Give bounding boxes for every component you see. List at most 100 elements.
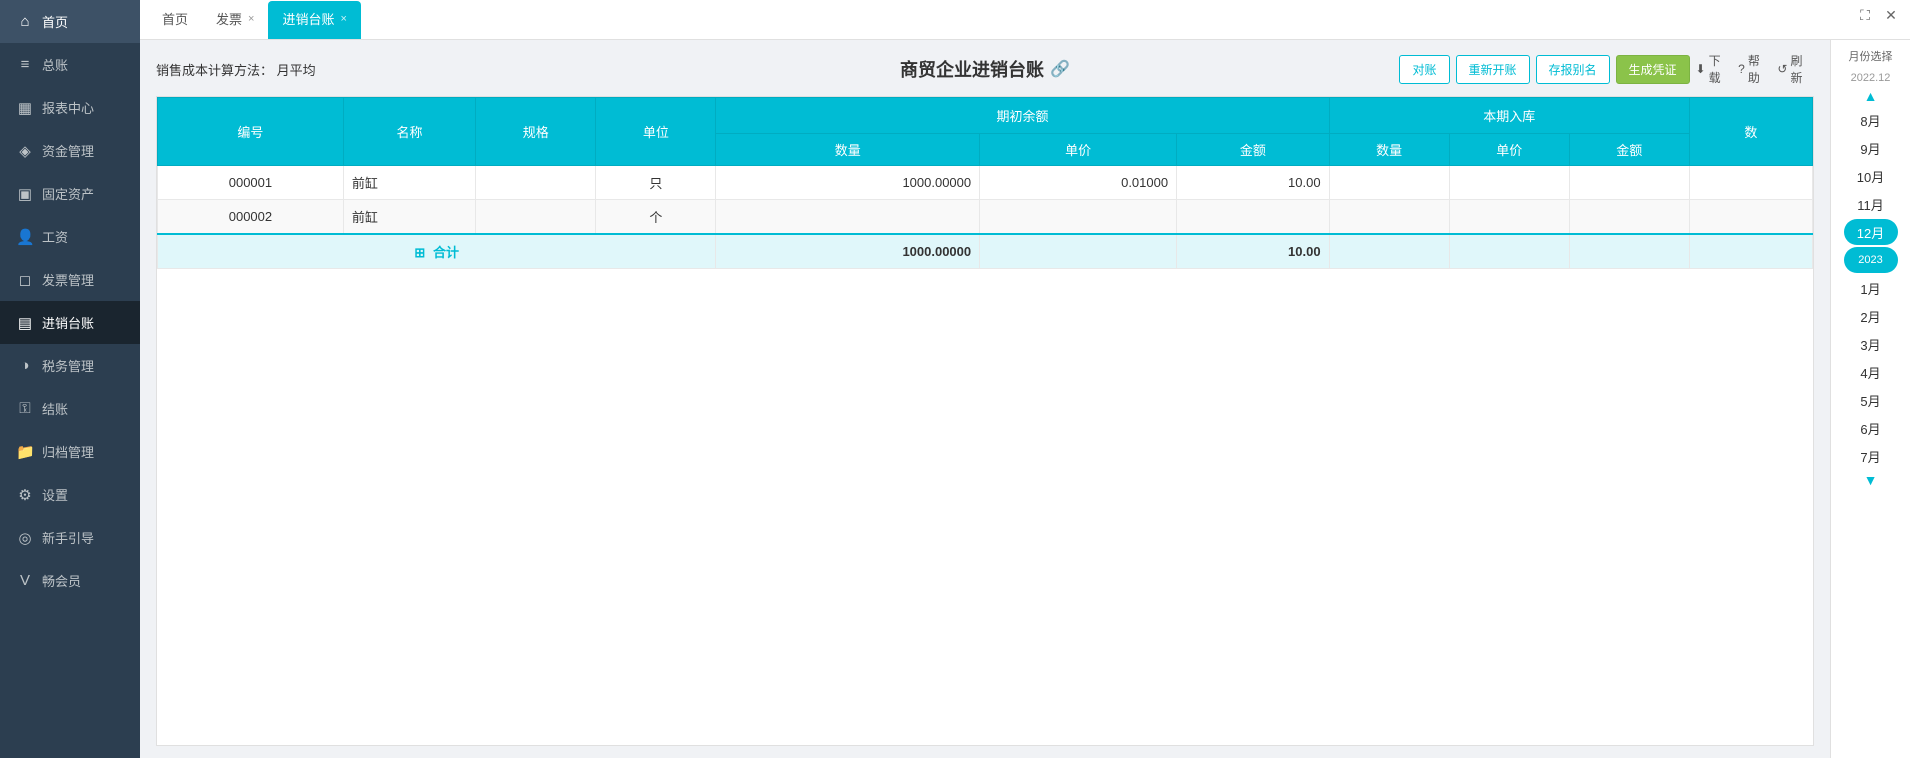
year-2023-text: 2023 bbox=[1858, 254, 1882, 266]
download-label: 下载 bbox=[1709, 52, 1733, 86]
month-item-2023-6[interactable]: 6月 bbox=[1844, 415, 1898, 441]
tab-home-label: 首页 bbox=[162, 9, 188, 28]
month-item-2023-2[interactable]: 2月 bbox=[1844, 303, 1898, 329]
page-title: 商贸企业进销台账 🔗 bbox=[571, 56, 1400, 82]
sidebar-item-label: 首页 bbox=[42, 12, 68, 31]
col-header-inbound-qty: 数量 bbox=[1329, 134, 1449, 166]
page-title-icon[interactable]: 🔗 bbox=[1050, 59, 1070, 79]
month-item-9[interactable]: 9月 bbox=[1844, 135, 1898, 161]
col-header-opening-price: 单价 bbox=[980, 134, 1177, 166]
home-icon: ⌂ bbox=[16, 13, 34, 30]
month-item-10[interactable]: 10月 bbox=[1844, 163, 1898, 189]
total-inbound-amount bbox=[1569, 234, 1689, 269]
col-header-spec: 规格 bbox=[476, 98, 596, 166]
sidebar-item-label: 固定资产 bbox=[42, 184, 94, 203]
table-total-row: ⊞ 合计 1000.00000 10.00 bbox=[158, 234, 1813, 269]
maximize-button[interactable]: ⛶ bbox=[1856, 6, 1874, 24]
cell-spec bbox=[476, 200, 596, 235]
sidebar-item-assets[interactable]: ▣ 固定资产 bbox=[0, 172, 140, 215]
month-item-2023-1[interactable]: 1月 bbox=[1844, 275, 1898, 301]
month-item-12[interactable]: 12月 bbox=[1844, 219, 1898, 245]
sidebar-item-home[interactable]: ⌂ 首页 bbox=[0, 0, 140, 43]
col-header-inbound-price: 单价 bbox=[1449, 134, 1569, 166]
tab-invoice-close[interactable]: × bbox=[248, 13, 254, 25]
total-icon: ⊞ bbox=[414, 245, 425, 260]
tab-inventory[interactable]: 进销台账 × bbox=[268, 1, 360, 39]
col-header-opening-amount: 金额 bbox=[1177, 134, 1329, 166]
scroll-down-button[interactable]: ▼ bbox=[1844, 470, 1898, 490]
table-row[interactable]: 000002 前缸 个 bbox=[158, 200, 1813, 235]
sidebar-item-member[interactable]: V 畅会员 bbox=[0, 559, 140, 602]
month-item-2023-4[interactable]: 4月 bbox=[1844, 359, 1898, 385]
inventory-icon: ▤ bbox=[16, 314, 34, 332]
window-controls: ⛶ ✕ bbox=[1856, 6, 1900, 24]
help-label: 帮助 bbox=[1748, 52, 1772, 86]
month-item-2023-3[interactable]: 3月 bbox=[1844, 331, 1898, 357]
cell-code: 000001 bbox=[158, 166, 344, 200]
sidebar-item-funds[interactable]: ◈ 资金管理 bbox=[0, 129, 140, 172]
guide-icon: ◎ bbox=[16, 529, 34, 547]
sidebar-item-archive[interactable]: 📁 归档管理 bbox=[0, 430, 140, 473]
sidebar-item-payroll[interactable]: 👤 工资 bbox=[0, 215, 140, 258]
sidebar-item-invoice-mgmt[interactable]: ◻ 发票管理 bbox=[0, 258, 140, 301]
sidebar-item-label: 资金管理 bbox=[42, 141, 94, 160]
scroll-up-button[interactable]: ▲ bbox=[1844, 86, 1898, 106]
cell-opening-qty: 1000.00000 bbox=[716, 166, 980, 200]
table-body: 000001 前缸 只 1000.00000 0.01000 10.00 bbox=[158, 166, 1813, 269]
tab-inventory-close[interactable]: × bbox=[340, 13, 346, 25]
cell-name: 前缸 bbox=[343, 166, 475, 200]
month-item-label: 10月 bbox=[1857, 167, 1884, 186]
table-header-row1: 编号 名称 规格 单位 期初余额 本期入库 数 bbox=[158, 98, 1813, 134]
reopen-button[interactable]: 重新开账 bbox=[1456, 55, 1530, 84]
help-icon: ? bbox=[1738, 62, 1745, 76]
month-item-8[interactable]: 8月 bbox=[1844, 107, 1898, 133]
sidebar-item-guide[interactable]: ◎ 新手引导 bbox=[0, 516, 140, 559]
sidebar-item-tax[interactable]: ◑ 税务管理 bbox=[0, 344, 140, 387]
tab-inventory-label: 进销台账 bbox=[282, 9, 334, 28]
cell-extra bbox=[1689, 166, 1812, 200]
month-panel-title: 月份选择 bbox=[1845, 46, 1897, 66]
sidebar: ⌂ 首页 ≡ 总账 ▦ 报表中心 ◈ 资金管理 ▣ 固定资产 👤 工资 ◻ 发票… bbox=[0, 0, 140, 758]
total-opening-amount: 10.00 bbox=[1177, 234, 1329, 269]
month-item-2023-5[interactable]: 5月 bbox=[1844, 387, 1898, 413]
payroll-icon: 👤 bbox=[16, 228, 34, 246]
archive-icon: 📁 bbox=[16, 443, 34, 461]
cell-opening-amount: 10.00 bbox=[1177, 166, 1329, 200]
content-header: 销售成本计算方法： 月平均 商贸企业进销台账 🔗 对账 重新开账 存报别名 生成… bbox=[156, 52, 1814, 86]
reconcile-button[interactable]: 对账 bbox=[1399, 55, 1449, 84]
sidebar-item-reports[interactable]: ▦ 报表中心 bbox=[0, 86, 140, 129]
refresh-label: 刷新 bbox=[1790, 52, 1814, 86]
sidebar-item-closing[interactable]: ⚿ 结账 bbox=[0, 387, 140, 430]
sidebar-item-label: 归档管理 bbox=[42, 442, 94, 461]
sidebar-item-label: 发票管理 bbox=[42, 270, 94, 289]
data-table-container[interactable]: 编号 名称 规格 单位 期初余额 本期入库 数 数量 单价 bbox=[156, 96, 1814, 746]
col-header-inbound-amount: 金额 bbox=[1569, 134, 1689, 166]
col-header-extra: 数 bbox=[1689, 98, 1812, 166]
year-2022-label: 2022.12 bbox=[1831, 70, 1910, 86]
month-item-label: 5月 bbox=[1860, 391, 1880, 410]
cell-spec bbox=[476, 166, 596, 200]
sidebar-item-label: 设置 bbox=[42, 485, 68, 504]
download-button[interactable]: ⬇ 下载 bbox=[1696, 52, 1733, 86]
refresh-button[interactable]: ↺ 刷新 bbox=[1777, 52, 1814, 86]
ledger-icon: ≡ bbox=[16, 56, 34, 73]
sidebar-item-inventory[interactable]: ▤ 进销台账 bbox=[0, 301, 140, 344]
total-opening-qty: 1000.00000 bbox=[716, 234, 980, 269]
cell-inbound-qty bbox=[1329, 166, 1449, 200]
generate-voucher-button[interactable]: 生成凭证 bbox=[1616, 55, 1690, 84]
sidebar-item-settings[interactable]: ⚙ 设置 bbox=[0, 473, 140, 516]
table-row[interactable]: 000001 前缸 只 1000.00000 0.01000 10.00 bbox=[158, 166, 1813, 200]
total-extra bbox=[1689, 234, 1812, 269]
tab-invoice[interactable]: 发票 × bbox=[202, 1, 268, 39]
month-item-11[interactable]: 11月 bbox=[1844, 191, 1898, 217]
close-button[interactable]: ✕ bbox=[1882, 6, 1900, 24]
month-item-2023-7[interactable]: 7月 bbox=[1844, 443, 1898, 469]
sidebar-item-ledger[interactable]: ≡ 总账 bbox=[0, 43, 140, 86]
cost-method-value: 月平均 bbox=[277, 63, 316, 78]
month-item-label: 12月 bbox=[1857, 223, 1884, 242]
tab-home[interactable]: 首页 bbox=[148, 1, 202, 39]
sidebar-item-label: 畅会员 bbox=[42, 571, 81, 590]
save-alias-button[interactable]: 存报别名 bbox=[1536, 55, 1610, 84]
help-button[interactable]: ? 帮助 bbox=[1738, 52, 1771, 86]
settings-icon: ⚙ bbox=[16, 486, 34, 504]
